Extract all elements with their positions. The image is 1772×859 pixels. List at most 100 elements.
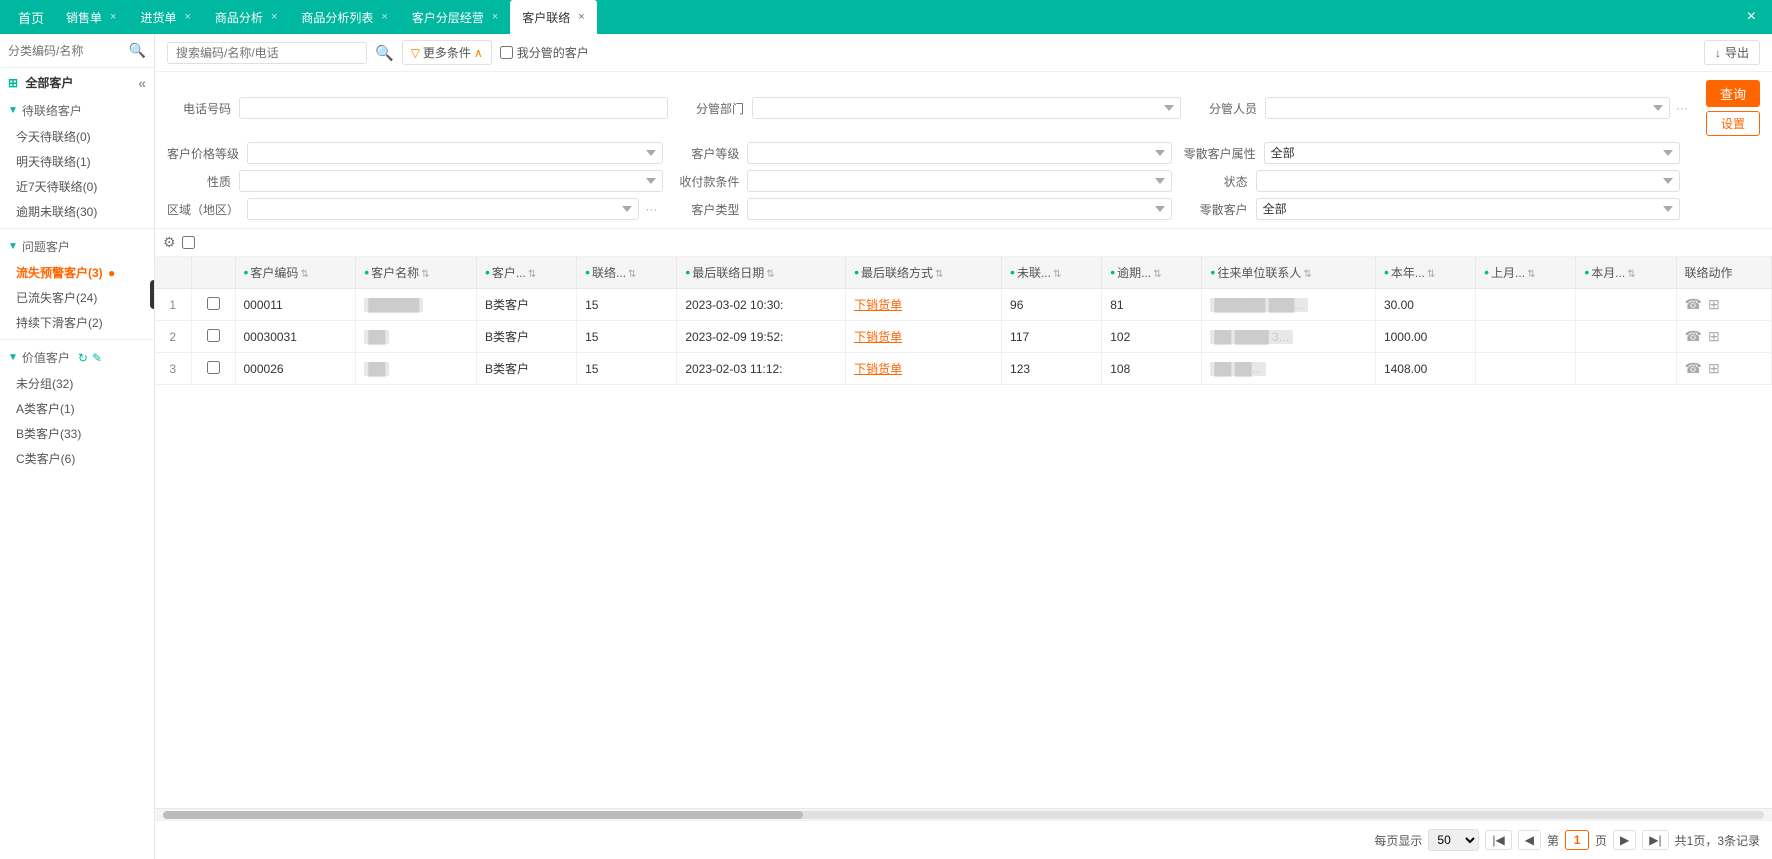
export-btn[interactable]: ↓ 导出: [1704, 40, 1760, 65]
th-code[interactable]: •客户编码⇅: [235, 257, 356, 289]
sidebar-search-input[interactable]: [8, 44, 129, 58]
tab-analysis-list[interactable]: 商品分析列表 ×: [289, 0, 399, 34]
adv-select-customer-level[interactable]: [747, 142, 1171, 164]
td-checkbox[interactable]: [191, 289, 235, 321]
sidebar-item-class-c[interactable]: C类客户(6): [0, 446, 154, 471]
horizontal-scrollbar[interactable]: [155, 808, 1772, 820]
sidebar-item-tomorrow[interactable]: 明天待联络(1): [0, 149, 154, 174]
sidebar-group-problem[interactable]: ▼ 问题客户: [0, 233, 154, 260]
tab-analysis[interactable]: 商品分析 ×: [203, 0, 289, 34]
td-last-method[interactable]: 下销货单: [846, 353, 1002, 385]
th-this-month[interactable]: •本月...⇅: [1576, 257, 1676, 289]
adv-select-retail-attr[interactable]: 全部: [1264, 142, 1680, 164]
th-type[interactable]: •客户...⇅: [476, 257, 576, 289]
adv-select-price-level[interactable]: [247, 142, 663, 164]
table-container[interactable]: •客户编码⇅ •客户名称⇅ •客户...⇅ •联络...⇅ •最后联络日期⇅: [155, 257, 1772, 808]
table-select-all-checkbox[interactable]: [182, 236, 195, 249]
th-contact[interactable]: •联络...⇅: [577, 257, 677, 289]
sidebar-all-customers[interactable]: ⊞ 全部客户 «: [0, 68, 154, 97]
sidebar-item-declining[interactable]: 持续下滑客户(2): [0, 310, 154, 335]
row-checkbox-2[interactable]: [207, 361, 220, 374]
th-last-method[interactable]: •最后联络方式⇅: [846, 257, 1002, 289]
first-page-btn[interactable]: |◀: [1485, 830, 1511, 850]
adv-select-customer-type[interactable]: [747, 198, 1171, 220]
adv-input-phone[interactable]: [239, 97, 668, 119]
action-phone-icon[interactable]: ☎: [1685, 360, 1702, 377]
action-phone-icon[interactable]: ☎: [1685, 328, 1702, 345]
row-checkbox-0[interactable]: [207, 297, 220, 310]
th-not-contacted[interactable]: •未联...⇅: [1002, 257, 1102, 289]
last-method-link[interactable]: 下销货单: [854, 298, 902, 312]
my-customers-checkbox[interactable]: [500, 46, 513, 59]
adv-select-status[interactable]: [1256, 170, 1680, 192]
td-checkbox[interactable]: [191, 353, 235, 385]
hscroll-thumb[interactable]: [163, 811, 803, 819]
table-gear-icon[interactable]: ⚙: [163, 234, 176, 251]
query-btn[interactable]: 查询: [1706, 80, 1760, 107]
action-grid-icon[interactable]: ⊞: [1708, 296, 1720, 313]
sidebar-item-today[interactable]: 今天待联络(0): [0, 124, 154, 149]
value-group-edit-icon[interactable]: ✎: [92, 351, 102, 365]
close-tab-sales[interactable]: ×: [110, 11, 116, 23]
td-checkbox[interactable]: [191, 321, 235, 353]
adv-select-retail-customer[interactable]: 全部: [1256, 198, 1680, 220]
td-code: 000026: [235, 353, 356, 385]
value-group-refresh-icon[interactable]: ↻: [78, 351, 88, 365]
tab-customer-segment[interactable]: 客户分层经营 ×: [400, 0, 510, 34]
next-page-btn[interactable]: ▶: [1613, 830, 1636, 850]
tab-purchase[interactable]: 进货单 ×: [128, 0, 202, 34]
sidebar-item-7days[interactable]: 近7天待联络(0): [0, 174, 154, 199]
sidebar-item-churned[interactable]: 已流失客户(24): [0, 285, 154, 310]
settings-btn[interactable]: 设置: [1706, 111, 1760, 136]
th-contact-person[interactable]: •往来单位联系人⇅: [1202, 257, 1376, 289]
td-contact: 15: [577, 289, 677, 321]
tab-sales[interactable]: 销售单 ×: [54, 0, 128, 34]
adv-select-region[interactable]: [247, 198, 639, 220]
th-last-date[interactable]: •最后联络日期⇅: [677, 257, 846, 289]
close-tab-customer-contact[interactable]: ×: [578, 11, 584, 23]
per-page-select[interactable]: 50 100 200: [1428, 829, 1479, 851]
sidebar-group-pending[interactable]: ▼ 待联络客户: [0, 97, 154, 124]
my-customers-checkbox-label[interactable]: 我分管的客户: [500, 44, 589, 61]
close-tab-customer-segment[interactable]: ×: [492, 11, 498, 23]
pagination-bar: 每页显示 50 100 200 |◀ ◀ 第 1 页 ▶ ▶| 共1页，3条记录: [155, 820, 1772, 859]
th-name[interactable]: •客户名称⇅: [356, 257, 477, 289]
close-tab-purchase[interactable]: ×: [184, 11, 190, 23]
close-all-tabs[interactable]: ×: [1739, 8, 1764, 26]
sidebar-item-ungrouped[interactable]: 未分组(32): [0, 371, 154, 396]
adv-select-nature[interactable]: [239, 170, 663, 192]
close-tab-analysis[interactable]: ×: [271, 11, 277, 23]
adv-select-dept[interactable]: [752, 97, 1181, 119]
sidebar-collapse-icon[interactable]: «: [138, 75, 146, 91]
last-method-link[interactable]: 下销货单: [854, 362, 902, 376]
filter-search-icon[interactable]: 🔍: [375, 44, 394, 62]
nav-home[interactable]: 首页: [8, 0, 54, 34]
close-tab-analysis-list[interactable]: ×: [381, 11, 387, 23]
more-conditions-btn[interactable]: ▽ 更多条件 ∧: [402, 40, 492, 65]
adv-select-payment[interactable]: [747, 170, 1171, 192]
th-last-month[interactable]: •上月...⇅: [1476, 257, 1576, 289]
last-page-btn[interactable]: ▶|: [1642, 830, 1668, 850]
tab-customer-contact[interactable]: 客户联络 ×: [510, 0, 596, 34]
row-checkbox-1[interactable]: [207, 329, 220, 342]
td-last-method[interactable]: 下销货单: [846, 289, 1002, 321]
adv-dots-region[interactable]: ···: [639, 202, 663, 216]
action-grid-icon[interactable]: ⊞: [1708, 328, 1720, 345]
sidebar-search-icon[interactable]: 🔍: [129, 42, 146, 59]
th-overdue[interactable]: •逾期...⇅: [1102, 257, 1202, 289]
last-method-link[interactable]: 下销货单: [854, 330, 902, 344]
adv-dots-person[interactable]: ···: [1670, 101, 1694, 115]
sidebar-item-churn-warning[interactable]: 流失预警客户(3) ●: [0, 260, 154, 285]
prev-page-btn[interactable]: ◀: [1518, 830, 1541, 850]
sidebar-item-class-b[interactable]: B类客户(33): [0, 421, 154, 446]
hscroll-track[interactable]: [163, 811, 1764, 819]
sidebar-item-class-a[interactable]: A类客户(1): [0, 396, 154, 421]
td-last-method[interactable]: 下销货单: [846, 321, 1002, 353]
action-phone-icon[interactable]: ☎: [1685, 296, 1702, 313]
sidebar-item-overdue-contact[interactable]: 逾期未联络(30): [0, 199, 154, 224]
action-grid-icon[interactable]: ⊞: [1708, 360, 1720, 377]
sidebar-group-value[interactable]: ▼ 价值客户 ↻ ✎: [0, 344, 154, 371]
adv-select-person[interactable]: [1265, 97, 1670, 119]
th-this-year[interactable]: •本年...⇅: [1375, 257, 1475, 289]
filter-search-input[interactable]: [167, 42, 367, 64]
